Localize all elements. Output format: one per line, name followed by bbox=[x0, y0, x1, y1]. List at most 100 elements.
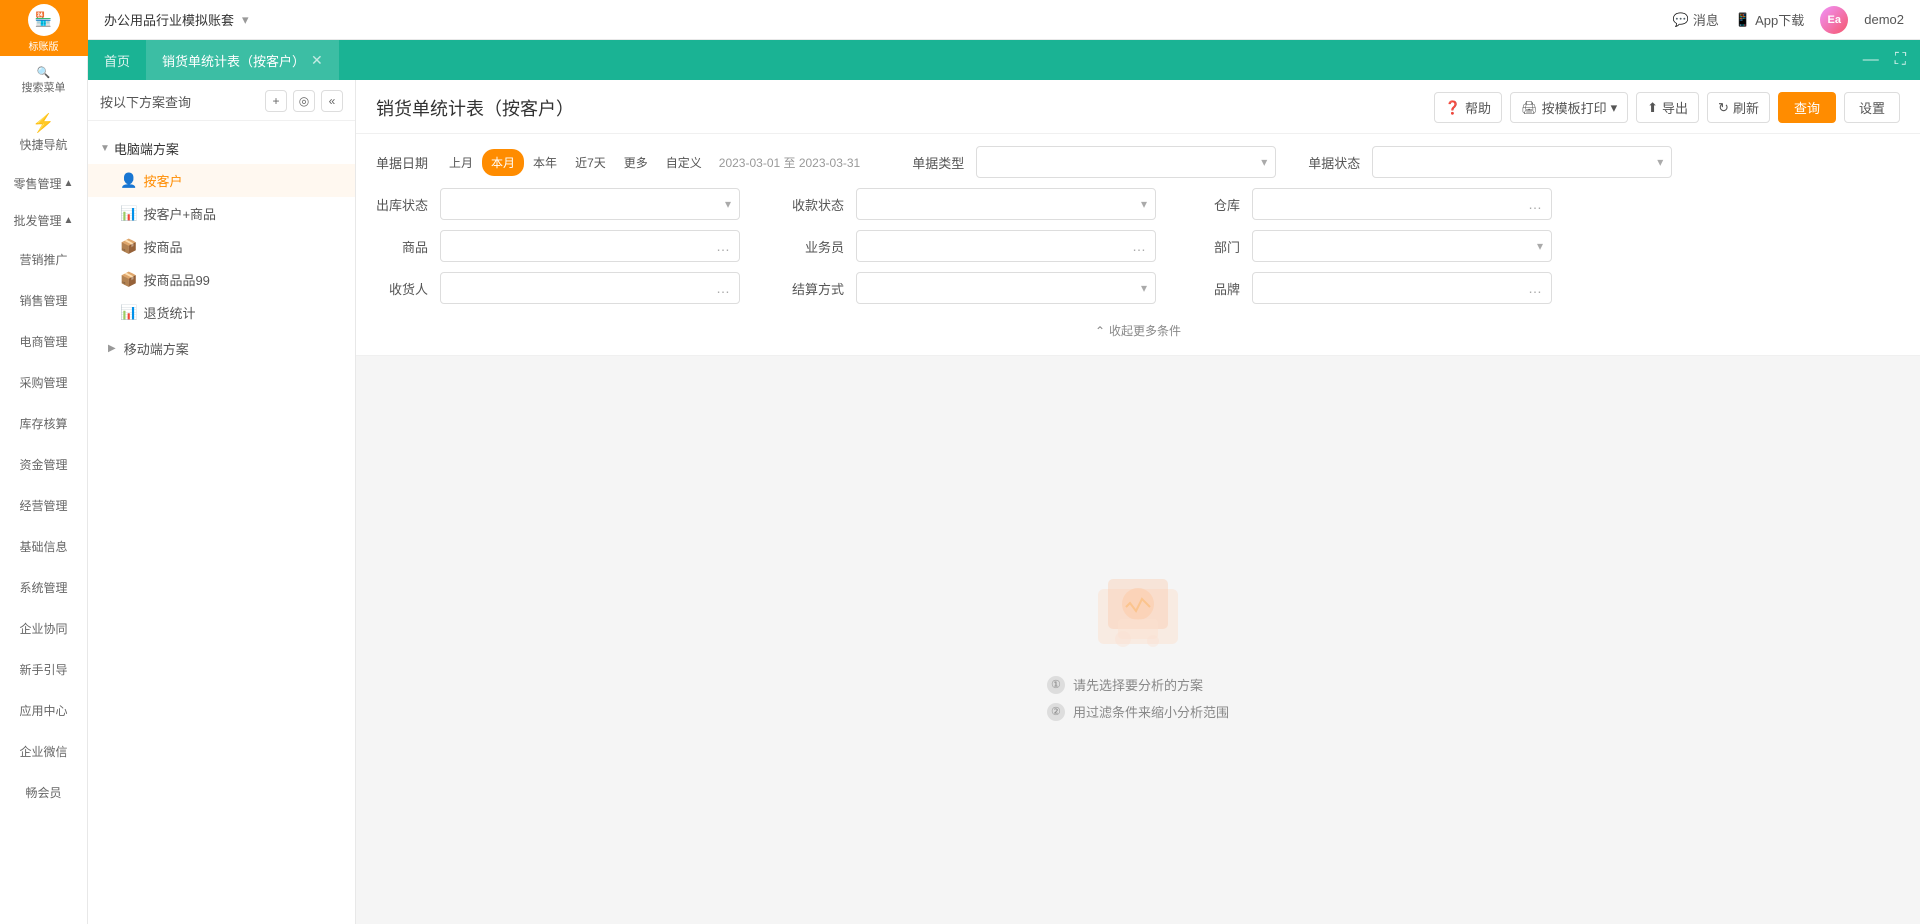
sidebar-item-label: 畅会员 bbox=[25, 784, 61, 801]
top-header: 办公用品行业模拟账套 ▾ 💬 消息 📱 App下载 Ea demo2 bbox=[88, 0, 1920, 40]
left-panel: 按以下方案查询 + ◎ « ▼ 电脑端方案 👤 按客户 bbox=[88, 80, 356, 924]
settlement-label: 结算方式 bbox=[792, 279, 844, 298]
scheme-item-by-customer[interactable]: 👤 按客户 bbox=[88, 164, 355, 197]
scheme-item-by-product-99[interactable]: 📦 按商品品99 bbox=[88, 263, 355, 296]
chevron-down-icon: ▾ bbox=[1611, 100, 1618, 116]
sidebar-item-label: 营销推广 bbox=[19, 251, 67, 268]
tab-minimize-button[interactable]: — bbox=[1857, 47, 1885, 73]
filter-row-4: 收货人 … 结算方式 ▾ 品牌 … bbox=[376, 272, 1900, 304]
bill-type-select[interactable]: ▾ bbox=[976, 146, 1276, 178]
right-panel: 销货单统计表（按客户） ❓ 帮助 🖨 按模板打印 ▾ ⬆ 导出 bbox=[356, 80, 1920, 924]
refund-icon: 📊 bbox=[120, 304, 137, 321]
bill-status-select[interactable]: ▾ bbox=[1372, 146, 1672, 178]
close-icon[interactable]: ✕ bbox=[311, 52, 323, 69]
sidebar-item-label: 采购管理 bbox=[19, 374, 67, 391]
chevron-down-icon: ▾ bbox=[1141, 281, 1147, 295]
sidebar-item-wholesale[interactable]: 批发管理 ▲ bbox=[0, 202, 87, 239]
date-btn-this-month[interactable]: 本月 bbox=[482, 149, 524, 176]
sidebar-item-finance[interactable]: 资金管理 bbox=[0, 444, 87, 485]
dept-select[interactable]: ▾ bbox=[1252, 230, 1552, 262]
search-icon: 🔍 bbox=[0, 66, 87, 79]
avatar-text: Ea bbox=[1828, 14, 1841, 26]
page-title: 销货单统计表（按客户） bbox=[376, 95, 574, 121]
tip-1-number: ① bbox=[1047, 676, 1065, 694]
filter-row-1: 单据日期 上月 本月 本年 近7天 更多 自定义 2023-03-01 至 20… bbox=[376, 146, 1900, 178]
date-btn-more[interactable]: 更多 bbox=[615, 149, 657, 176]
consignee-select[interactable]: … bbox=[440, 272, 740, 304]
goods-select[interactable]: … bbox=[440, 230, 740, 262]
template-print-button[interactable]: 🖨 按模板打印 ▾ bbox=[1510, 92, 1628, 123]
scheme-group-pc-header[interactable]: ▼ 电脑端方案 bbox=[88, 133, 355, 164]
sidebar-item-wechat[interactable]: 企业微信 bbox=[0, 731, 87, 772]
date-btn-this-year[interactable]: 本年 bbox=[524, 149, 566, 176]
sidebar-item-retail[interactable]: 零售管理 ▲ bbox=[0, 165, 87, 202]
app-download-button[interactable]: 📱 App下载 bbox=[1735, 10, 1804, 29]
scheme-group-mobile-label: 移动端方案 bbox=[124, 339, 189, 358]
out-status-label: 出库状态 bbox=[376, 195, 428, 214]
scheme-item-by-customer-product[interactable]: 📊 按客户+商品 bbox=[88, 197, 355, 230]
sidebar-item-inventory[interactable]: 库存核算 bbox=[0, 403, 87, 444]
sidebar-item-system[interactable]: 系统管理 bbox=[0, 567, 87, 608]
sidebar-item-quicknav[interactable]: ⚡ 快捷导航 bbox=[0, 101, 87, 165]
app-logo: 🏪 标账版 bbox=[0, 0, 88, 56]
message-button[interactable]: 💬 消息 bbox=[1673, 10, 1719, 29]
chevron-down-icon: ▲ bbox=[64, 178, 74, 189]
chart-icon: 📊 bbox=[120, 205, 137, 222]
sidebar-item-purchase[interactable]: 采购管理 bbox=[0, 362, 87, 403]
warehouse-select[interactable]: … bbox=[1252, 188, 1552, 220]
date-quick-buttons: 上月 本月 本年 近7天 更多 自定义 bbox=[440, 149, 711, 176]
settings-scheme-button[interactable]: ◎ bbox=[293, 90, 315, 112]
salesperson-select[interactable]: … bbox=[856, 230, 1156, 262]
filter-row-3: 商品 … 业务员 … 部门 ▾ bbox=[376, 230, 1900, 262]
refresh-button[interactable]: ↻ 刷新 bbox=[1707, 92, 1770, 123]
sidebar-item-vip[interactable]: 畅会员 bbox=[0, 772, 87, 813]
sidebar-item-operation[interactable]: 经营管理 bbox=[0, 485, 87, 526]
sidebar-item-appcenter[interactable]: 应用中心 bbox=[0, 690, 87, 731]
tab-home[interactable]: 首页 bbox=[88, 40, 146, 80]
sidebar-item-sales[interactable]: 销售管理 bbox=[0, 280, 87, 321]
user-name: demo2 bbox=[1864, 12, 1904, 27]
date-btn-7days[interactable]: 近7天 bbox=[566, 149, 615, 176]
sidebar-item-corp[interactable]: 企业协同 bbox=[0, 608, 87, 649]
empty-state-illustration bbox=[1078, 559, 1198, 659]
sidebar-item-ecom[interactable]: 电商管理 bbox=[0, 321, 87, 362]
brand-select[interactable]: … bbox=[1252, 272, 1552, 304]
sidebar-item-marketing[interactable]: 营销推广 bbox=[0, 239, 87, 280]
export-button[interactable]: ⬆ 导出 bbox=[1636, 92, 1699, 123]
receipt-status-select[interactable]: ▾ bbox=[856, 188, 1156, 220]
sidebar-item-label: 新手引导 bbox=[19, 661, 67, 678]
dropdown-icon[interactable]: ▾ bbox=[242, 12, 249, 28]
tab-sales-stat[interactable]: 销货单统计表（按客户） ✕ bbox=[146, 40, 339, 80]
date-btn-last-month[interactable]: 上月 bbox=[440, 149, 482, 176]
scheme-title: 按以下方案查询 bbox=[100, 92, 191, 111]
scheme-item-by-product[interactable]: 📦 按商品 bbox=[88, 230, 355, 263]
chevron-right-icon: ▶ bbox=[108, 343, 116, 354]
logo-icon: 🏪 bbox=[28, 4, 60, 36]
sidebar-item-label: 电商管理 bbox=[19, 333, 67, 350]
sidebar-item-newbie[interactable]: 新手引导 bbox=[0, 649, 87, 690]
help-button[interactable]: ❓ 帮助 bbox=[1434, 92, 1502, 123]
goods-label: 商品 bbox=[376, 237, 428, 256]
user-avatar[interactable]: Ea bbox=[1820, 6, 1848, 34]
sidebar-item-search[interactable]: 🔍 搜索菜单 bbox=[0, 56, 87, 101]
add-scheme-button[interactable]: + bbox=[265, 90, 287, 112]
nav-icon: ⚡ bbox=[32, 113, 54, 134]
sidebar-item-label: 资金管理 bbox=[19, 456, 67, 473]
scheme-item-label: 退货统计 bbox=[143, 303, 195, 322]
settings-button[interactable]: 设置 bbox=[1844, 92, 1900, 123]
out-status-select[interactable]: ▾ bbox=[440, 188, 740, 220]
download-icon: 📱 bbox=[1735, 12, 1751, 28]
more-icon: … bbox=[1528, 196, 1543, 212]
chevron-up-icon: ▲ bbox=[64, 215, 74, 226]
settlement-select[interactable]: ▾ bbox=[856, 272, 1156, 304]
sidebar-item-basic[interactable]: 基础信息 bbox=[0, 526, 87, 567]
collapse-panel-button[interactable]: « bbox=[321, 90, 343, 112]
query-button[interactable]: 查询 bbox=[1778, 92, 1836, 123]
scheme-item-refund[interactable]: 📊 退货统计 bbox=[88, 296, 355, 329]
tab-maximize-button[interactable]: ⛶ bbox=[1889, 47, 1912, 73]
date-btn-custom[interactable]: 自定义 bbox=[657, 149, 711, 176]
collapse-label: 收起更多条件 bbox=[1109, 322, 1181, 339]
chevron-down-icon: ▾ bbox=[1261, 155, 1267, 169]
scheme-group-mobile-header[interactable]: ▶ 移动端方案 bbox=[88, 333, 355, 364]
collapse-filter-button[interactable]: ⌃ 收起更多条件 bbox=[376, 314, 1900, 343]
